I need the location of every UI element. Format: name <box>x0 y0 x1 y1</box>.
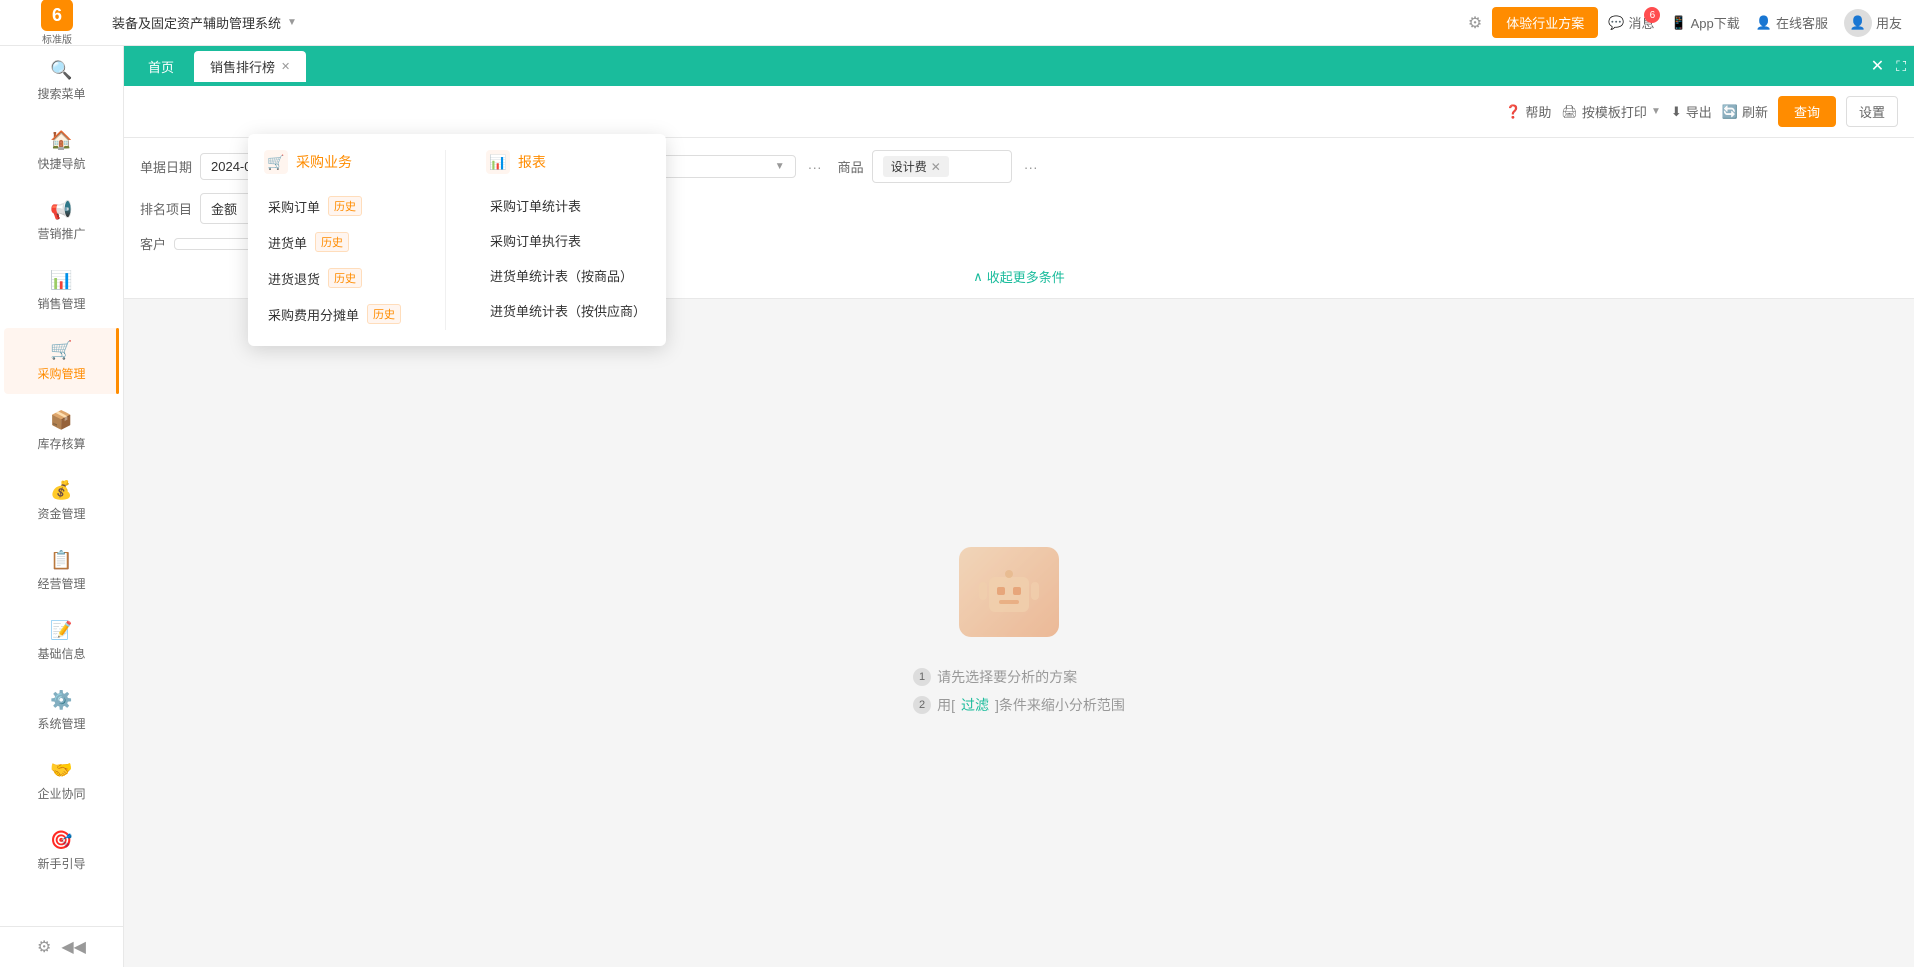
refresh-icon: 🔄 <box>1722 104 1738 120</box>
sidebar-collapse-icon[interactable]: ◀◀ <box>61 937 86 957</box>
sidebar-item-basic[interactable]: 📝 基础信息 <box>4 608 119 674</box>
enterprise-icon: 🤝 <box>50 760 72 781</box>
finance-icon: 💰 <box>50 480 72 501</box>
sidebar-item-marketing[interactable]: 📢 营销推广 <box>4 188 119 254</box>
active-bar <box>116 328 119 394</box>
phone-icon: 📱 <box>1670 15 1686 31</box>
service-icon: 👤 <box>1756 15 1772 31</box>
sidebar-item-operation[interactable]: 📋 经营管理 <box>4 538 119 604</box>
status-dropdown-icon: ▼ <box>775 161 785 172</box>
sidebar-item-inventory[interactable]: 📦 库存核算 <box>4 398 119 464</box>
tab-bar: 首页 销售排行榜 ✕ ✕ ⛶ <box>124 46 1914 86</box>
menu-item-purchase-order[interactable]: 采购订单 历史 <box>264 190 405 222</box>
logo: 6 标准版 <box>12 0 102 46</box>
collapse-up-icon: ∧ <box>973 269 983 285</box>
history-badge: 历史 <box>328 196 362 216</box>
purchase-icon: 🛒 <box>50 340 72 361</box>
app-download-button[interactable]: 📱 App下载 <box>1670 13 1739 32</box>
avatar: 👤 <box>1844 9 1872 37</box>
sidebar-item-finance[interactable]: 💰 资金管理 <box>4 468 119 534</box>
print-arrow-icon: ▼ <box>1651 106 1661 117</box>
help-icon: ❓ <box>1505 104 1521 120</box>
sidebar-settings-icon[interactable]: ⚙ <box>37 937 51 957</box>
tab-bar-expand-icon[interactable]: ⛶ <box>1896 58 1906 75</box>
tab-sales-rank[interactable]: 销售排行榜 ✕ <box>194 51 306 82</box>
empty-text: 1 请先选择要分析的方案 2 用[过滤]条件来缩小分析范围 <box>913 663 1125 719</box>
sidebar-item-system[interactable]: ⚙️ 系统管理 <box>4 678 119 744</box>
goods-more-icon[interactable]: ··· <box>1024 159 1038 175</box>
empty-state: 1 请先选择要分析的方案 2 用[过滤]条件来缩小分析范围 <box>124 299 1914 967</box>
tab-bar-close-icon[interactable]: ✕ <box>1871 56 1884 76</box>
tab-close-icon[interactable]: ✕ <box>281 60 290 73</box>
menu-item-return[interactable]: 进货退货 历史 <box>264 262 405 294</box>
guide-icon: 🎯 <box>50 830 72 851</box>
purchase-business-icon: 🛒 <box>264 150 288 174</box>
sidebar-item-quick[interactable]: 🏠 快捷导航 <box>4 118 119 184</box>
history-badge: 历史 <box>328 268 362 288</box>
settings-button[interactable]: 设置 <box>1846 96 1898 127</box>
history-badge: 历史 <box>315 232 349 252</box>
refresh-button[interactable]: 🔄 刷新 <box>1722 102 1768 121</box>
sidebar-item-guide[interactable]: 🎯 新手引导 <box>4 818 119 884</box>
sidebar-item-search[interactable]: 🔍 搜索菜单 <box>4 48 119 114</box>
content-area: 首页 销售排行榜 ✕ ✕ ⛶ ❓ 帮助 🖨 按模板打印 <box>124 46 1914 967</box>
purchase-business-section: 🛒 采购业务 采购订单 历史 进货单 历史 进货退货 历史 采购费用分摊单 <box>264 150 405 330</box>
message-icon: 💬 <box>1608 15 1624 31</box>
topbar: 6 标准版 装备及固定资产辅助管理系统 ▼ ⚙ 体验行业方案 💬 消息 6 📱 … <box>0 0 1914 46</box>
purchase-report-header: 📊 报表 <box>486 150 650 178</box>
print-icon: 🖨 <box>1561 104 1578 120</box>
goods-tag: 设计费 ✕ <box>883 156 949 177</box>
basic-icon: 📝 <box>50 620 72 641</box>
menu-item-inbound-by-supplier[interactable]: 进货单统计表（按供应商） <box>486 295 650 326</box>
menu-item-inbound[interactable]: 进货单 历史 <box>264 226 405 258</box>
export-button[interactable]: ⬇ 导出 <box>1671 102 1712 121</box>
history-badge: 历史 <box>367 304 401 324</box>
purchase-business-header: 🛒 采购业务 <box>264 150 405 178</box>
collapse-button[interactable]: ∧ 收起更多条件 <box>973 267 1065 286</box>
online-service-button[interactable]: 👤 在线客服 <box>1756 13 1828 32</box>
tab-home[interactable]: 首页 <box>132 51 190 82</box>
filter-toolbar: ❓ 帮助 🖨 按模板打印 ▼ ⬇ 导出 🔄 刷新 查询 设置 <box>124 86 1914 138</box>
empty-icon <box>959 547 1079 647</box>
sidebar-item-purchase[interactable]: 🛒 采购管理 <box>4 328 119 394</box>
message-button[interactable]: 💬 消息 6 <box>1608 13 1654 32</box>
menu-item-expense[interactable]: 采购费用分摊单 历史 <box>264 298 405 330</box>
sidebar-item-sales[interactable]: 📊 销售管理 <box>4 258 119 324</box>
purchase-menu-panel: 🛒 采购业务 采购订单 历史 进货单 历史 进货退货 历史 采购费用分摊单 <box>248 134 666 346</box>
robot-illustration <box>959 547 1059 637</box>
user-menu-button[interactable]: 👤 用友 <box>1844 9 1902 37</box>
print-button[interactable]: 🖨 按模板打印 ▼ <box>1561 102 1660 121</box>
topbar-right: 💬 消息 6 📱 App下载 👤 在线客服 👤 用友 <box>1608 9 1902 37</box>
menu-item-inbound-by-goods[interactable]: 进货单统计表（按商品） <box>486 260 650 291</box>
search-icon: 🔍 <box>50 60 72 81</box>
menu-item-order-exec[interactable]: 采购订单执行表 <box>486 225 650 256</box>
sales-icon: 📊 <box>50 270 72 291</box>
home-icon: 🏠 <box>50 130 72 151</box>
report-icon: 📊 <box>486 150 510 174</box>
logo-icon: 6 <box>41 0 73 31</box>
marketing-icon: 📢 <box>50 200 72 221</box>
menu-item-order-stats[interactable]: 采购订单统计表 <box>486 190 650 221</box>
topbar-arrow-icon: ▼ <box>287 17 297 28</box>
help-button[interactable]: ❓ 帮助 <box>1505 102 1551 121</box>
query-button[interactable]: 查询 <box>1778 96 1836 127</box>
system-icon: ⚙️ <box>50 690 72 711</box>
goods-input[interactable]: 设计费 ✕ <box>872 150 1012 183</box>
sidebar: 🔍 搜索菜单 🏠 快捷导航 📢 营销推广 📊 销售管理 🛒 采购管理 📦 库存核… <box>0 46 124 967</box>
industry-button[interactable]: 体验行业方案 <box>1492 7 1598 38</box>
goods-tag-close-icon[interactable]: ✕ <box>931 160 941 174</box>
inventory-icon: 📦 <box>50 410 72 431</box>
sidebar-item-enterprise[interactable]: 🤝 企业协同 <box>4 748 119 814</box>
sidebar-bottom: ⚙ ◀◀ <box>0 926 123 967</box>
topbar-settings-icon[interactable]: ⚙ <box>1468 13 1482 33</box>
goods-filter: 商品 设计费 ✕ ··· <box>838 150 1038 183</box>
logo-version: 标准版 <box>42 31 72 46</box>
operation-icon: 📋 <box>50 550 72 571</box>
status-more-icon[interactable]: ··· <box>808 159 822 175</box>
topbar-title: 装备及固定资产辅助管理系统 ▼ <box>112 13 1458 32</box>
export-icon: ⬇ <box>1671 104 1682 120</box>
purchase-report-section: 📊 报表 采购订单统计表 采购订单执行表 进货单统计表（按商品） 进货单统计表（… <box>486 150 650 330</box>
main-layout: 🔍 搜索菜单 🏠 快捷导航 📢 营销推广 📊 销售管理 🛒 采购管理 📦 库存核… <box>0 46 1914 967</box>
menu-divider <box>445 150 446 330</box>
